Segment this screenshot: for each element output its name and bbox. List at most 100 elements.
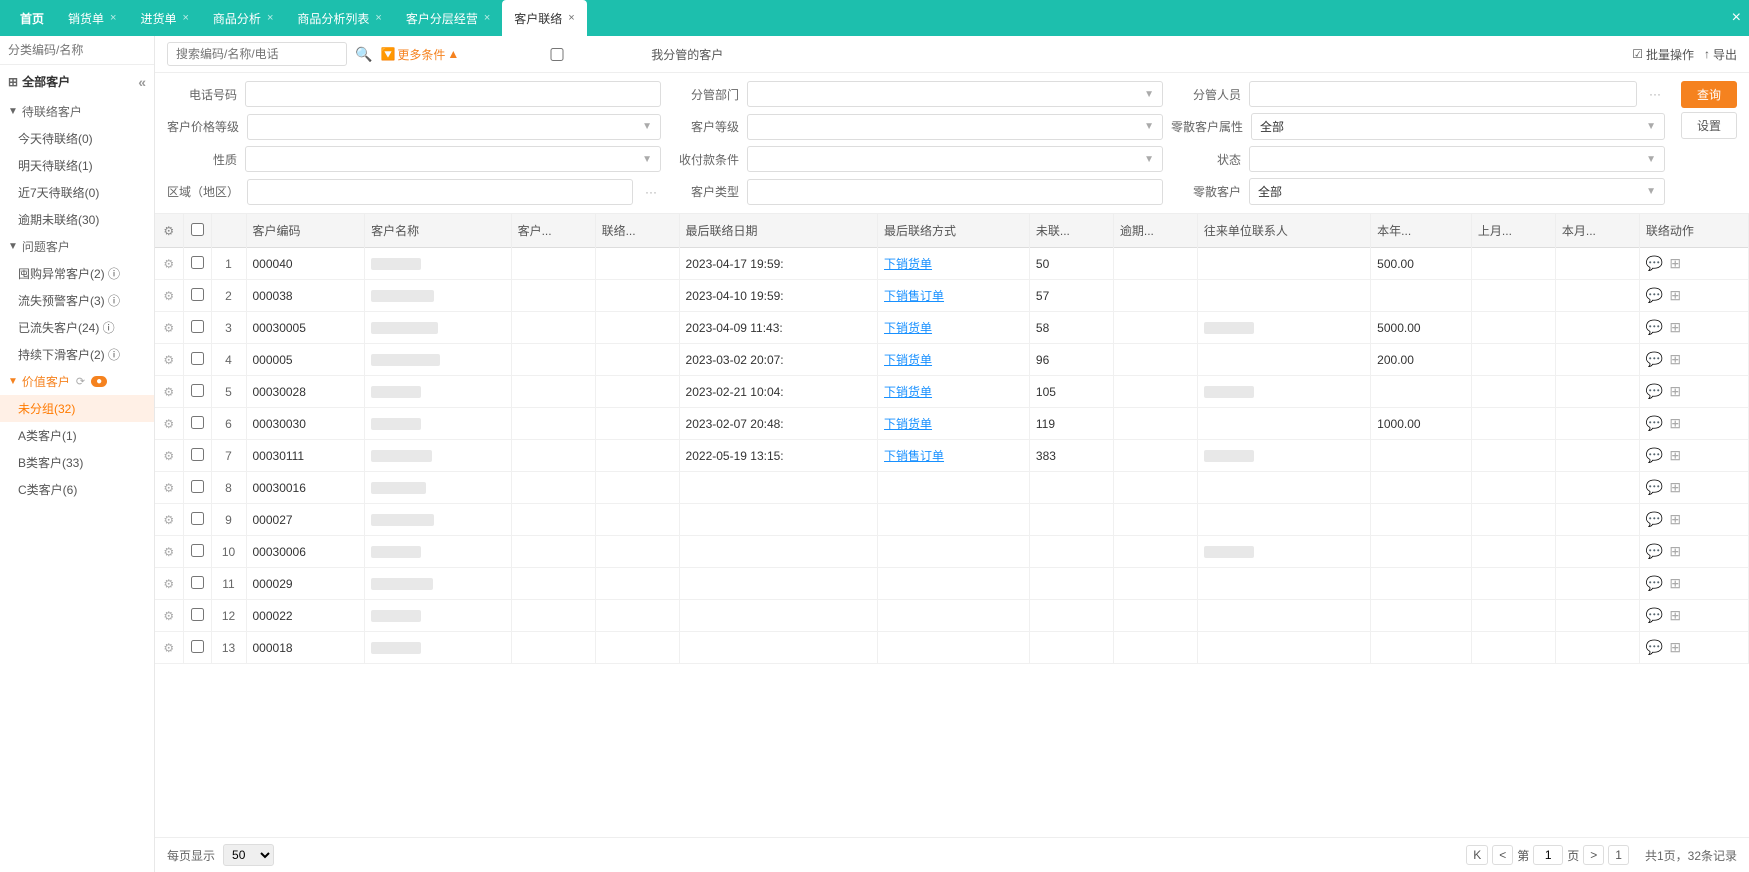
price-level-select[interactable]: ▼ — [247, 114, 661, 140]
contact-type-link[interactable]: 下销售订单 — [884, 289, 944, 303]
row-settings[interactable]: ⚙ — [155, 600, 183, 632]
batch-operation-button[interactable]: ☑ 批量操作 — [1632, 46, 1694, 63]
payment-select[interactable]: ▼ — [747, 146, 1163, 172]
row-checkbox-cell[interactable] — [183, 376, 211, 408]
row-last-contact-type[interactable] — [878, 536, 1030, 568]
row-checkbox-cell[interactable] — [183, 408, 211, 440]
row-last-contact-type[interactable]: 下销货单 — [878, 312, 1030, 344]
row-checkbox[interactable] — [191, 576, 204, 589]
tab-product-analysis-list[interactable]: 商品分析列表 × — [285, 0, 393, 36]
grid-action-icon[interactable]: ⊞ — [1669, 639, 1681, 656]
row-settings[interactable]: ⚙ — [155, 248, 183, 280]
close-purchase-tab[interactable]: × — [182, 12, 188, 24]
first-page-button[interactable]: K — [1466, 845, 1488, 865]
tab-customer-contact[interactable]: 客户联络 × — [502, 0, 586, 36]
sidebar-item-class-b[interactable]: B类客户(33) — [0, 449, 154, 476]
row-settings[interactable]: ⚙ — [155, 504, 183, 536]
grid-action-icon[interactable]: ⊞ — [1669, 319, 1681, 336]
my-customers-checkbox-label[interactable]: 我分管的客户 — [467, 46, 723, 63]
sidebar-section-value[interactable]: ▼ 价值客户 ⟳ ● — [0, 368, 154, 395]
row-checkbox-cell[interactable] — [183, 440, 211, 472]
row-settings[interactable]: ⚙ — [155, 312, 183, 344]
row-checkbox[interactable] — [191, 608, 204, 621]
per-page-select[interactable]: 50 100 200 — [223, 844, 274, 866]
row-settings[interactable]: ⚙ — [155, 344, 183, 376]
phone-input[interactable] — [245, 81, 661, 107]
grid-action-icon[interactable]: ⊞ — [1669, 255, 1681, 272]
sidebar-all-customers[interactable]: ⊞ 全部客户 « — [0, 65, 154, 98]
chat-icon[interactable]: 💬 — [1646, 607, 1663, 624]
grid-action-icon[interactable]: ⊞ — [1669, 543, 1681, 560]
close-product-analysis-tab[interactable]: × — [267, 12, 273, 24]
select-all-checkbox[interactable] — [191, 223, 204, 236]
person-input[interactable] — [1249, 81, 1637, 107]
row-settings[interactable]: ⚙ — [155, 472, 183, 504]
sidebar-item-class-a[interactable]: A类客户(1) — [0, 422, 154, 449]
row-last-contact-type[interactable]: 下销售订单 — [878, 280, 1030, 312]
customer-level-select[interactable]: ▼ — [747, 114, 1163, 140]
tab-home[interactable]: 首页 — [8, 0, 56, 36]
row-settings[interactable]: ⚙ — [155, 376, 183, 408]
search-icon[interactable]: 🔍 — [355, 46, 372, 63]
row-checkbox-cell[interactable] — [183, 568, 211, 600]
chat-icon[interactable]: 💬 — [1646, 255, 1663, 272]
last-page-button[interactable]: 1 — [1608, 845, 1629, 865]
row-checkbox-cell[interactable] — [183, 504, 211, 536]
sidebar-section-problem[interactable]: ▼ 问题客户 — [0, 233, 154, 260]
tab-product-analysis[interactable]: 商品分析 × — [201, 0, 285, 36]
grid-action-icon[interactable]: ⊞ — [1669, 415, 1681, 432]
row-last-contact-type[interactable] — [878, 600, 1030, 632]
row-last-contact-type[interactable] — [878, 568, 1030, 600]
dept-select[interactable]: ▼ — [747, 81, 1163, 107]
sidebar-collapse-icon[interactable]: « — [138, 74, 146, 90]
row-checkbox-cell[interactable] — [183, 312, 211, 344]
retail-attr-select[interactable]: 全部▼ — [1251, 113, 1665, 140]
sidebar-item-declining[interactable]: 持续下滑客户(2) ⓘ — [0, 341, 154, 368]
tab-purchase[interactable]: 进货单 × — [128, 0, 200, 36]
region-dots[interactable]: ··· — [641, 185, 661, 199]
query-button[interactable]: 查询 — [1681, 81, 1737, 108]
grid-action-icon[interactable]: ⊞ — [1669, 607, 1681, 624]
my-customers-checkbox[interactable] — [467, 48, 647, 61]
chat-icon[interactable]: 💬 — [1646, 415, 1663, 432]
chat-icon[interactable]: 💬 — [1646, 479, 1663, 496]
row-last-contact-type[interactable]: 下销货单 — [878, 248, 1030, 280]
row-last-contact-type[interactable] — [878, 472, 1030, 504]
nature-select[interactable]: ▼ — [245, 146, 661, 172]
row-checkbox[interactable] — [191, 320, 204, 333]
contact-type-link[interactable]: 下销货单 — [884, 385, 932, 399]
sidebar-item-abnormal[interactable]: 囤购异常客户(2) ⓘ — [0, 260, 154, 287]
col-settings[interactable]: ⚙ — [155, 214, 183, 248]
page-number-input[interactable] — [1533, 845, 1563, 865]
row-checkbox[interactable] — [191, 640, 204, 653]
next-page-button[interactable]: > — [1583, 845, 1604, 865]
chat-icon[interactable]: 💬 — [1646, 543, 1663, 560]
retail-customer-select[interactable]: 全部▼ — [1249, 178, 1665, 205]
person-dots[interactable]: ··· — [1645, 87, 1665, 101]
row-settings[interactable]: ⚙ — [155, 280, 183, 312]
chat-icon[interactable]: 💬 — [1646, 447, 1663, 464]
grid-action-icon[interactable]: ⊞ — [1669, 383, 1681, 400]
row-last-contact-type[interactable] — [878, 632, 1030, 664]
sidebar-item-tomorrow-pending[interactable]: 明天待联络(1) — [0, 152, 154, 179]
chat-icon[interactable]: 💬 — [1646, 351, 1663, 368]
tab-sale[interactable]: 销货单 × — [56, 0, 128, 36]
row-checkbox[interactable] — [191, 256, 204, 269]
row-checkbox[interactable] — [191, 512, 204, 525]
chat-icon[interactable]: 💬 — [1646, 639, 1663, 656]
row-checkbox[interactable] — [191, 288, 204, 301]
contact-type-link[interactable]: 下销货单 — [884, 353, 932, 367]
contact-type-link[interactable]: 下销售订单 — [884, 449, 944, 463]
customer-type-input[interactable] — [747, 179, 1163, 205]
sidebar-item-churned[interactable]: 已流失客户(24) ⓘ — [0, 314, 154, 341]
sidebar-item-7day-pending[interactable]: 近7天待联络(0) — [0, 179, 154, 206]
sidebar-item-churn-warning[interactable]: 流失预警客户(3) ⓘ — [0, 287, 154, 314]
tab-customer-segment[interactable]: 客户分层经营 × — [394, 0, 502, 36]
chat-icon[interactable]: 💬 — [1646, 511, 1663, 528]
sidebar-item-today-pending[interactable]: 今天待联络(0) — [0, 125, 154, 152]
close-customer-contact-tab[interactable]: × — [568, 12, 574, 24]
grid-action-icon[interactable]: ⊞ — [1669, 287, 1681, 304]
row-settings[interactable]: ⚙ — [155, 440, 183, 472]
grid-action-icon[interactable]: ⊞ — [1669, 447, 1681, 464]
export-button[interactable]: ↑ 导出 — [1704, 46, 1737, 63]
